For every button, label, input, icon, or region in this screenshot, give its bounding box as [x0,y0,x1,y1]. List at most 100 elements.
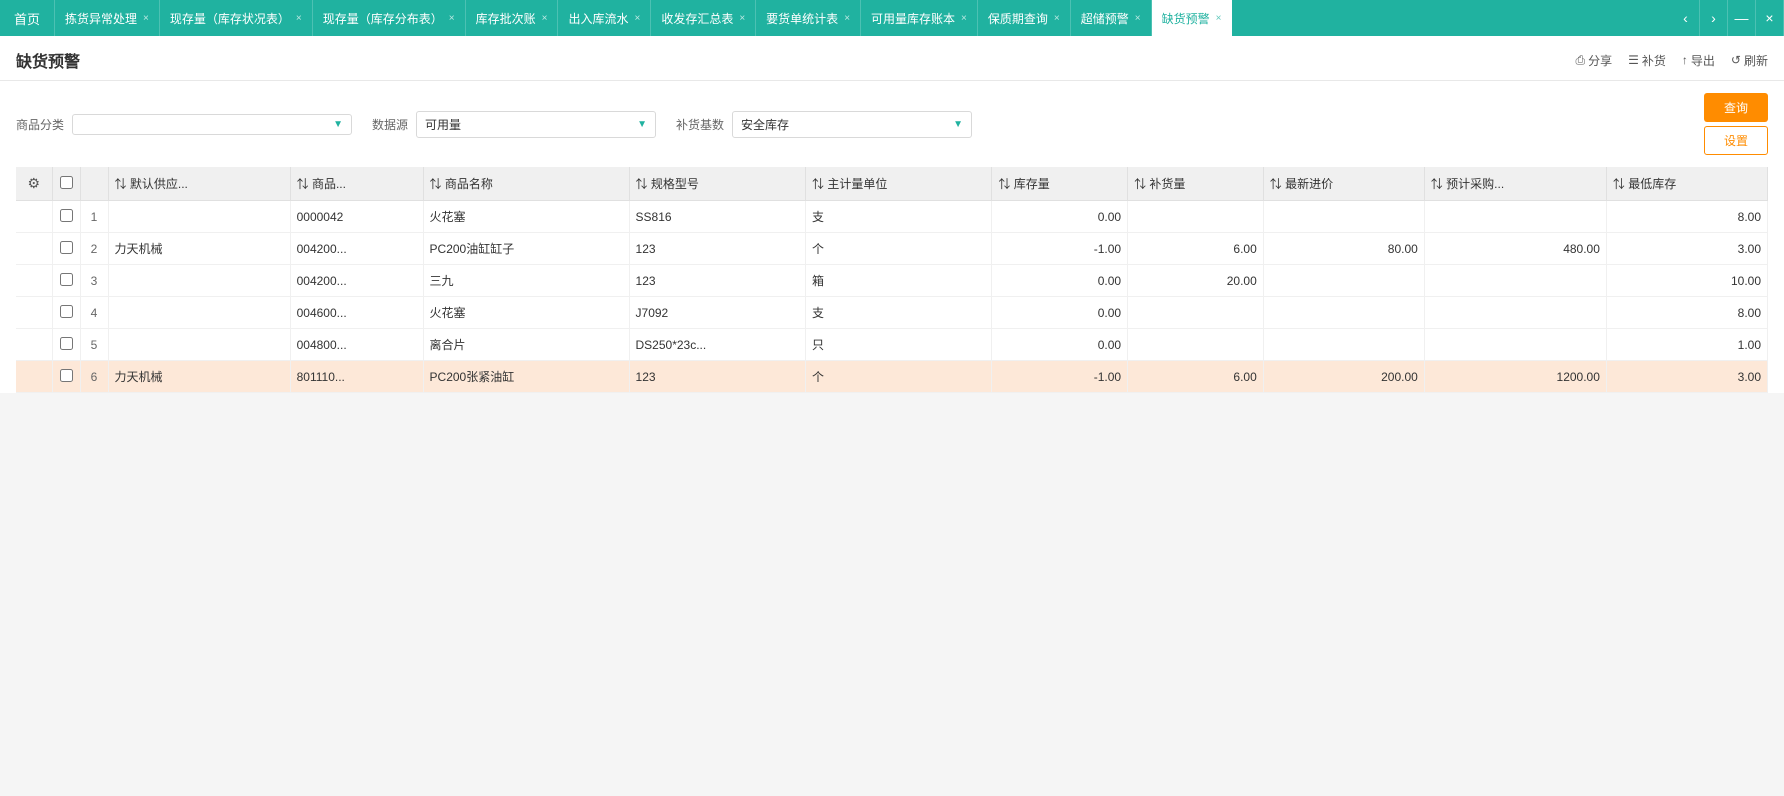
td-product-name: 火花塞 [423,297,629,329]
nav-tab-10[interactable]: 超储预警 × [1071,0,1152,36]
data-table: ⚙ ⇅ 默认供应... ⇅ 商品... ⇅ [16,167,1768,393]
td-replenish-qty: 6.00 [1128,361,1264,393]
td-estimated-purchase: 480.00 [1424,233,1606,265]
th-product-code: ⇅ 商品... [290,167,423,201]
share-button[interactable]: ⎙ 分享 [1576,52,1613,69]
td-min-stock: 8.00 [1606,297,1767,329]
close-icon[interactable]: × [739,13,745,24]
table-row: 2 力天机械 004200... PC200油缸缸子 123 个 -1.00 6… [16,233,1768,265]
nav-tab-6[interactable]: 收发存汇总表 × [651,0,756,36]
table-row: 3 004200... 三九 123 箱 0.00 20.00 10.00 [16,265,1768,297]
table-row: 1 0000042 火花塞 SS816 支 0.00 8.00 [16,201,1768,233]
replenish-base-select[interactable]: 安全库存 ▼ [732,111,972,138]
th-replenish-qty-sort-icon[interactable]: ⇅ [1134,177,1146,191]
replenish-button[interactable]: ☰ 补货 [1628,52,1666,69]
td-rownum: 6 [80,361,108,393]
nav-tab-9[interactable]: 保质期查询 × [978,0,1071,36]
nav-tab-3[interactable]: 现存量（库存分布表） × [313,0,466,36]
table-row: 6 力天机械 801110... PC200张紧油缸 123 个 -1.00 6… [16,361,1768,393]
td-latest-price [1263,329,1424,361]
th-estimated-purchase-sort-icon[interactable]: ⇅ [1431,177,1443,191]
settings-button[interactable]: 设置 [1704,126,1768,155]
td-min-stock: 3.00 [1606,361,1767,393]
td-stock: 0.00 [992,297,1128,329]
td-stock: -1.00 [992,233,1128,265]
nav-tab-8[interactable]: 可用量库存账本 × [861,0,978,36]
refresh-button[interactable]: ↺ 刷新 [1731,52,1768,69]
query-button[interactable]: 查询 [1704,93,1768,122]
nav-tab-1[interactable]: 拣货异常处理 × [55,0,160,36]
replenish-base-value: 安全库存 [741,116,789,133]
td-replenish-qty: 6.00 [1128,233,1264,265]
td-stock: -1.00 [992,361,1128,393]
td-gear [16,361,52,393]
td-latest-price [1263,265,1424,297]
datasource-select-value: 可用量 [425,116,461,133]
th-stock-sort-icon[interactable]: ⇅ [998,177,1010,191]
nav-tab-home[interactable]: 首页 [0,0,55,36]
th-product-name: ⇅ 商品名称 [423,167,629,201]
th-unit-sort-icon[interactable]: ⇅ [812,177,824,191]
header-actions: ⎙ 分享 ☰ 补货 ↑ 导出 ↺ 刷新 [1576,52,1769,69]
td-spec: SS816 [629,201,806,233]
th-rownum [80,167,108,201]
td-rownum: 4 [80,297,108,329]
td-latest-price: 80.00 [1263,233,1424,265]
nav-prev-button[interactable]: ‹ [1672,0,1700,36]
td-rownum: 2 [80,233,108,265]
gear-icon[interactable]: ⚙ [27,175,40,191]
datasource-select[interactable]: 可用量 ▼ [416,111,656,138]
close-icon[interactable]: × [1135,13,1141,24]
nav-minimize-button[interactable]: — [1728,0,1756,36]
row-checkbox[interactable] [60,209,73,222]
td-estimated-purchase [1424,329,1606,361]
td-latest-price: 200.00 [1263,361,1424,393]
th-min-stock-sort-icon[interactable]: ⇅ [1613,177,1625,191]
table-wrapper: ⚙ ⇅ 默认供应... ⇅ 商品... ⇅ [0,167,1784,393]
close-icon[interactable]: × [542,13,548,24]
nav-tab-4[interactable]: 库存批次账 × [466,0,559,36]
share-icon: ⎙ [1576,53,1586,68]
close-icon[interactable]: × [1054,13,1060,24]
close-icon[interactable]: × [961,13,967,24]
close-icon[interactable]: × [844,13,850,24]
export-icon: ↑ [1682,53,1688,67]
filter-group-datasource: 数据源 可用量 ▼ [372,111,656,138]
td-gear [16,233,52,265]
select-all-checkbox[interactable] [60,176,73,189]
th-spec-sort-icon[interactable]: ⇅ [636,177,648,191]
close-icon[interactable]: × [143,13,149,24]
close-icon[interactable]: × [1216,13,1222,24]
th-product-name-sort-icon[interactable]: ⇅ [430,177,442,191]
th-product-code-sort-icon[interactable]: ⇅ [297,177,309,191]
th-spec: ⇅ 规格型号 [629,167,806,201]
nav-tab-7[interactable]: 要货单统计表 × [756,0,861,36]
row-checkbox[interactable] [60,273,73,286]
category-select[interactable]: ▼ [72,114,352,135]
table-header-row: ⚙ ⇅ 默认供应... ⇅ 商品... ⇅ [16,167,1768,201]
nav-next-button[interactable]: › [1700,0,1728,36]
row-checkbox[interactable] [60,337,73,350]
th-estimated-purchase: ⇅ 预计采购... [1424,167,1606,201]
nav-close-button[interactable]: × [1756,0,1784,36]
row-checkbox[interactable] [60,241,73,254]
th-latest-price-sort-icon[interactable]: ⇅ [1270,177,1282,191]
td-replenish-qty [1128,201,1264,233]
table-row: 5 004800... 离合片 DS250*23c... 只 0.00 1.00 [16,329,1768,361]
nav-tab-5[interactable]: 出入库流水 × [558,0,651,36]
replenish-base-dropdown-icon: ▼ [953,119,963,130]
td-stock: 0.00 [992,201,1128,233]
close-icon[interactable]: × [296,13,302,24]
row-checkbox[interactable] [60,369,73,382]
export-button[interactable]: ↑ 导出 [1682,52,1715,69]
td-supplier [108,265,290,297]
close-icon[interactable]: × [449,13,455,24]
td-spec: DS250*23c... [629,329,806,361]
nav-tab-2[interactable]: 现存量（库存状况表） × [160,0,313,36]
th-supplier-sort-icon[interactable]: ⇅ [115,177,127,191]
row-checkbox[interactable] [60,305,73,318]
td-unit: 只 [806,329,992,361]
close-icon[interactable]: × [634,13,640,24]
nav-tab-11[interactable]: 缺货预警 × [1152,0,1233,36]
nav-arrows: ‹ › — × [1672,0,1784,36]
